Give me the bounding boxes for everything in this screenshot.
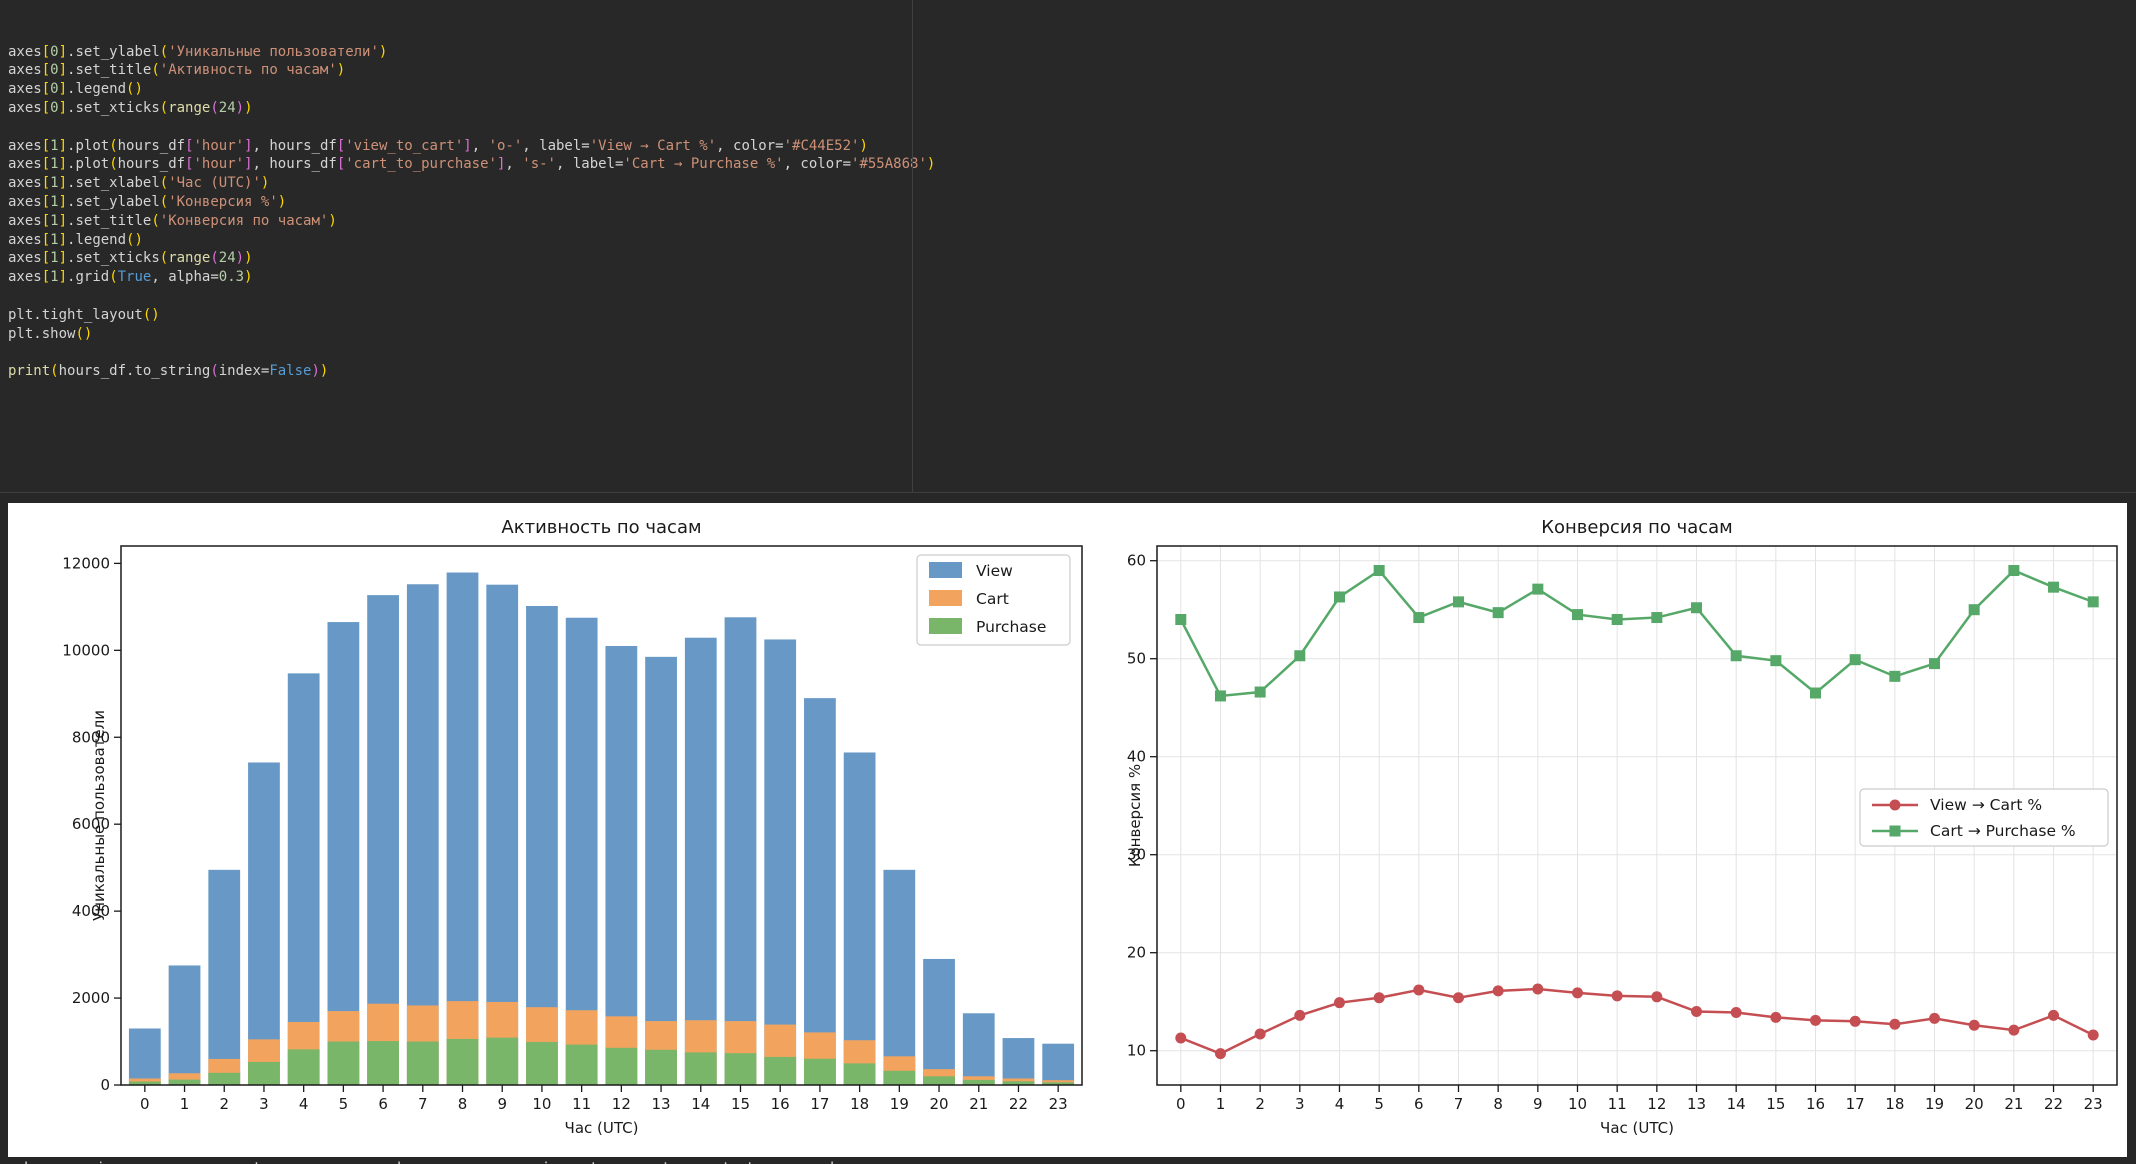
svg-text:10: 10 xyxy=(1127,1042,1146,1060)
svg-text:12000: 12000 xyxy=(62,554,110,572)
svg-text:Уникальные пользователи: Уникальные пользователи xyxy=(90,710,108,921)
svg-text:12: 12 xyxy=(1647,1095,1666,1113)
svg-text:9: 9 xyxy=(497,1095,507,1113)
svg-text:19: 19 xyxy=(1925,1095,1944,1113)
code-line: axes[0].legend() xyxy=(8,81,143,98)
svg-text:4: 4 xyxy=(1335,1095,1345,1113)
dataframe-output-clipped: hour view_users cart_users purchase_user… xyxy=(0,1157,2136,1164)
bar-series-view xyxy=(128,572,1075,1085)
svg-text:2: 2 xyxy=(1255,1095,1265,1113)
svg-text:11: 11 xyxy=(572,1095,591,1113)
line-series xyxy=(1175,565,2099,702)
svg-text:6: 6 xyxy=(378,1095,388,1113)
code-line: axes[0].set_xticks(range(24)) xyxy=(8,99,253,116)
svg-text:60: 60 xyxy=(1127,552,1146,570)
svg-text:3: 3 xyxy=(1295,1095,1305,1113)
svg-text:Cart: Cart xyxy=(976,590,1009,608)
code-line: axes[1].plot(hours_df['hour'], hours_df[… xyxy=(8,156,936,173)
charts-canvas: 0200040006000800010000120000 1 2 3 4 5 6 7 8 9 10 1… xyxy=(62,517,2118,1137)
code-line: axes[1].grid(True, alpha=0.3) xyxy=(8,269,253,286)
svg-text:0: 0 xyxy=(1176,1095,1186,1113)
svg-text:7: 7 xyxy=(418,1095,428,1113)
svg-text:3: 3 xyxy=(259,1095,269,1113)
svg-text:18: 18 xyxy=(850,1095,869,1113)
code-line: plt.tight_layout() xyxy=(8,306,160,323)
code-line: axes[1].set_ylabel('Конверсия %') xyxy=(8,193,287,210)
svg-text:Purchase: Purchase xyxy=(976,618,1046,636)
svg-text:8: 8 xyxy=(458,1095,468,1113)
svg-text:1: 1 xyxy=(180,1095,190,1113)
svg-text:11: 11 xyxy=(1608,1095,1627,1113)
svg-text:14: 14 xyxy=(691,1095,710,1113)
svg-text:20: 20 xyxy=(929,1095,948,1113)
svg-text:17: 17 xyxy=(1846,1095,1865,1113)
svg-text:9: 9 xyxy=(1533,1095,1543,1113)
svg-text:23: 23 xyxy=(1049,1095,1068,1113)
svg-text:20: 20 xyxy=(1127,944,1146,962)
svg-text:10000: 10000 xyxy=(62,641,110,659)
svg-text:40: 40 xyxy=(1127,748,1146,766)
code-line: axes[1].set_xticks(range(24)) xyxy=(8,250,253,267)
code-line: axes[1].set_xlabel('Час (UTC)') xyxy=(8,175,270,192)
code-line: axes[1].legend() xyxy=(8,231,143,248)
svg-text:13: 13 xyxy=(652,1095,671,1113)
svg-text:6: 6 xyxy=(1414,1095,1424,1113)
svg-text:Конверсия %: Конверсия % xyxy=(1126,764,1144,867)
svg-text:12: 12 xyxy=(612,1095,631,1113)
svg-text:21: 21 xyxy=(2004,1095,2023,1113)
editor-ruler-line xyxy=(912,0,913,492)
code-line: axes[1].plot(hours_df['hour'], hours_df[… xyxy=(8,137,868,154)
code-line: axes[1].set_title('Конверсия по часам') xyxy=(8,212,337,229)
svg-text:0: 0 xyxy=(100,1076,110,1094)
svg-text:21: 21 xyxy=(969,1095,988,1113)
svg-text:14: 14 xyxy=(1727,1095,1746,1113)
svg-text:1: 1 xyxy=(1216,1095,1226,1113)
svg-text:Конверсия по часам: Конверсия по часам xyxy=(1541,517,1733,538)
svg-text:0: 0 xyxy=(140,1095,150,1113)
code-line: plt.show() xyxy=(8,325,93,342)
matplotlib-figure-output: 0 2000 4000 6000 8000 10000 12000 0 1 2 3 4 5 6 7 8 9 10 1… xyxy=(8,503,2127,1157)
svg-text:19: 19 xyxy=(890,1095,909,1113)
svg-text:13: 13 xyxy=(1687,1095,1706,1113)
svg-text:16: 16 xyxy=(771,1095,790,1113)
svg-text:20: 20 xyxy=(1965,1095,1984,1113)
svg-text:2: 2 xyxy=(219,1095,229,1113)
svg-text:10: 10 xyxy=(1568,1095,1587,1113)
svg-text:Час (UTC): Час (UTC) xyxy=(565,1119,639,1137)
code-line: axes[0].set_title('Активность по часам') xyxy=(8,62,346,79)
svg-text:Cart → Purchase %: Cart → Purchase % xyxy=(1930,822,2076,840)
svg-text:8: 8 xyxy=(1493,1095,1503,1113)
svg-text:23: 23 xyxy=(2084,1095,2103,1113)
svg-text:View: View xyxy=(976,562,1013,580)
code-editor[interactable]: axes[0].set_ylabel('Уникальные пользоват… xyxy=(0,0,2136,493)
svg-text:16: 16 xyxy=(1806,1095,1825,1113)
svg-text:50: 50 xyxy=(1127,650,1146,668)
svg-text:5: 5 xyxy=(339,1095,349,1113)
code-line: print(hours_df.to_string(index=False)) xyxy=(8,363,329,380)
svg-text:22: 22 xyxy=(2044,1095,2063,1113)
svg-text:View → Cart %: View → Cart % xyxy=(1930,796,2042,814)
svg-text:5: 5 xyxy=(1374,1095,1384,1113)
svg-text:18: 18 xyxy=(1885,1095,1904,1113)
svg-text:7: 7 xyxy=(1454,1095,1464,1113)
code-lines: axes[0].set_ylabel('Уникальные пользоват… xyxy=(8,43,2136,381)
svg-text:22: 22 xyxy=(1009,1095,1028,1113)
svg-text:15: 15 xyxy=(731,1095,750,1113)
dataframe-header-text: hour view_users cart_users purchase_user… xyxy=(24,1159,878,1164)
svg-text:10: 10 xyxy=(532,1095,551,1113)
svg-text:15: 15 xyxy=(1766,1095,1785,1113)
svg-text:4: 4 xyxy=(299,1095,309,1113)
svg-text:17: 17 xyxy=(810,1095,829,1113)
svg-text:2000: 2000 xyxy=(72,989,110,1007)
line-series xyxy=(1175,983,2099,1060)
svg-text:Активность по часам: Активность по часам xyxy=(501,517,701,538)
svg-text:Час (UTC): Час (UTC) xyxy=(1600,1119,1674,1137)
code-line: axes[0].set_ylabel('Уникальные пользоват… xyxy=(8,43,388,60)
